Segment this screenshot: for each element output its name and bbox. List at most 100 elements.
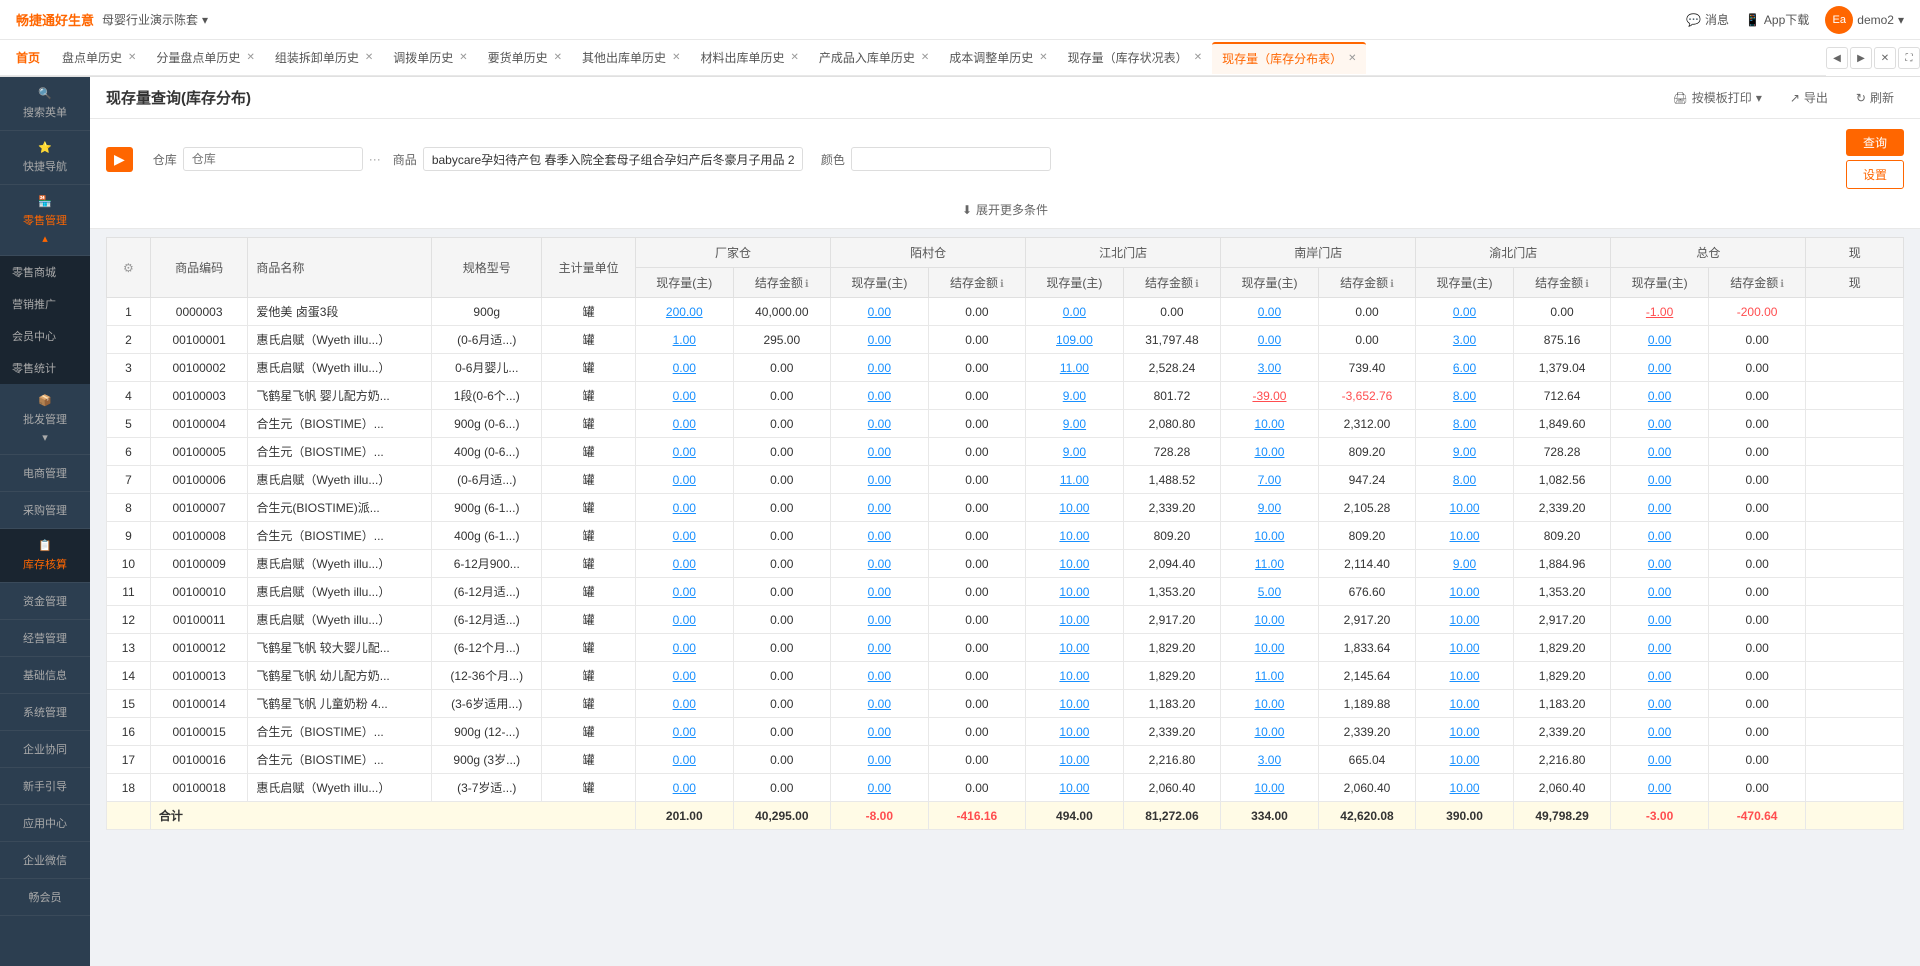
cell-code: 00100015 [150, 718, 248, 746]
cell-extra-qty [1806, 522, 1904, 550]
cell-jiangbei-amt: 0.00 [1123, 298, 1221, 326]
tab-home[interactable]: 首页 [4, 42, 52, 74]
close-tab-group-disassemble[interactable]: ✕ [365, 52, 373, 63]
cell-nanan-qty: 7.00 [1221, 466, 1319, 494]
sidebar-item-retail-mgmt[interactable]: 🏪 零售管理 ▴ [0, 185, 90, 256]
sidebar-item-procurement-mgmt[interactable]: 采购管理 [0, 492, 90, 529]
sidebar-item-wholesale-mgmt[interactable]: 📦 批发管理 ▾ [0, 384, 90, 455]
close-tab-product-in[interactable]: ✕ [921, 52, 929, 63]
sidebar-item-new-guide[interactable]: 新手引导 [0, 768, 90, 805]
col-settings-icon[interactable]: ⚙ [123, 261, 134, 275]
sidebar-item-ecommerce-mgmt[interactable]: 电商管理 [0, 455, 90, 492]
close-tab-cost-adjust[interactable]: ✕ [1039, 52, 1047, 63]
product-input[interactable] [423, 147, 803, 171]
sidebar-item-member-center[interactable]: 会员中心 [0, 320, 90, 352]
sidebar-item-operations-mgmt[interactable]: 经营管理 [0, 620, 90, 657]
cell-factory-qty: 0.00 [636, 746, 734, 774]
close-tab-inventory-single[interactable]: ✕ [128, 52, 136, 63]
cell-factory-amt: 0.00 [733, 494, 831, 522]
tab-group-disassemble[interactable]: 组装拆卸单历史 ✕ [265, 42, 383, 74]
mucun-amt-info-icon[interactable]: ℹ [1000, 279, 1004, 290]
nanan-amt-info-icon[interactable]: ℹ [1390, 279, 1394, 290]
cell-extra-qty [1806, 550, 1904, 578]
sidebar-item-app-center[interactable]: 应用中心 [0, 805, 90, 842]
tab-product-in[interactable]: 产成品入库单历史 ✕ [809, 42, 939, 74]
tab-inventory-single[interactable]: 盘点单历史 ✕ [52, 42, 146, 74]
cell-yubei-amt: 712.64 [1513, 382, 1611, 410]
cell-total-amt: 0.00 [1708, 522, 1806, 550]
quick-nav-icon: ⭐ [38, 141, 52, 154]
close-tab-stock-status[interactable]: ✕ [1194, 52, 1202, 63]
cell-extra-qty [1806, 410, 1904, 438]
tab-material-out[interactable]: 材料出库单历史 ✕ [690, 42, 808, 74]
nav-next-btn[interactable]: ▶ [1850, 47, 1872, 69]
sidebar-item-enterprise-wechat[interactable]: 企业微信 [0, 842, 90, 879]
cell-total-amt: 0.00 [1708, 466, 1806, 494]
yubei-amt-info-icon[interactable]: ℹ [1585, 279, 1589, 290]
tab-partial-inventory[interactable]: 分量盘点单历史 ✕ [146, 42, 264, 74]
factory-amt-info-icon[interactable]: ℹ [805, 279, 809, 290]
tab-other-out[interactable]: 其他出库单历史 ✕ [572, 42, 690, 74]
message-btn[interactable]: 💬 消息 [1686, 11, 1729, 28]
total-amt-info-icon[interactable]: ℹ [1780, 279, 1784, 290]
sidebar-item-basic-info[interactable]: 基础信息 [0, 657, 90, 694]
export-btn[interactable]: ↗ 导出 [1780, 85, 1838, 110]
sum-label: 合计 [150, 802, 635, 830]
close-tab-partial-inventory[interactable]: ✕ [246, 52, 254, 63]
tab-cost-adjust[interactable]: 成本调整单历史 ✕ [939, 42, 1057, 74]
sidebar-item-member-app[interactable]: 畅会员 [0, 879, 90, 916]
sidebar-item-inventory-audit[interactable]: 📋 库存核算 [0, 529, 90, 583]
cell-jiangbei-qty: 109.00 [1026, 326, 1124, 354]
sidebar-item-retail-shop[interactable]: 零售商城 [0, 256, 90, 288]
sidebar-item-financial-mgmt[interactable]: 资金管理 [0, 583, 90, 620]
cell-jiangbei-qty: 10.00 [1026, 494, 1124, 522]
close-tab-order-history[interactable]: ✕ [554, 52, 562, 63]
cell-unit: 罐 [542, 410, 636, 438]
nav-expand-btn[interactable]: ⛶ [1898, 47, 1920, 69]
refresh-btn[interactable]: ↻ 刷新 [1846, 85, 1904, 110]
table-row: 12 00100011 惠氏启赋（Wyeth illu...） (6-12月适.… [107, 606, 1904, 634]
sidebar-item-search[interactable]: 🔍 搜索英单 [0, 77, 90, 131]
sidebar-item-system-mgmt[interactable]: 系统管理 [0, 694, 90, 731]
cell-jiangbei-qty: 10.00 [1026, 662, 1124, 690]
tab-transfer-history[interactable]: 调拨单历史 ✕ [383, 42, 477, 74]
cell-name: 飞鹤星飞帆 儿童奶粉 4... [248, 690, 432, 718]
nav-prev-btn[interactable]: ◀ [1826, 47, 1848, 69]
tab-stock-status[interactable]: 现存量（库存状况表） ✕ [1058, 42, 1212, 74]
settings-btn[interactable]: 设置 [1846, 160, 1904, 189]
chevron-up-icon: ▴ [42, 232, 48, 245]
table-row: 17 00100016 合生元（BIOSTIME）... 900g (3岁...… [107, 746, 1904, 774]
tab-stock-dist[interactable]: 现存量（库存分布表） ✕ [1212, 42, 1366, 74]
user-profile[interactable]: Ea demo2 ▾ [1825, 6, 1904, 34]
cell-code: 00100001 [150, 326, 248, 354]
cell-mucun-amt: 0.00 [928, 494, 1026, 522]
sidebar-item-quick-nav[interactable]: ⭐ 快捷导航 [0, 131, 90, 185]
cell-mucun-amt: 0.00 [928, 522, 1026, 550]
sidebar: 🔍 搜索英单 ⭐ 快捷导航 🏪 零售管理 ▴ 零售商城 营销推广 会员中心 零售… [0, 77, 90, 966]
sidebar-item-retail-stats[interactable]: 零售统计 [0, 352, 90, 384]
cell-yubei-qty: 10.00 [1416, 606, 1514, 634]
close-tab-stock-dist[interactable]: ✕ [1348, 53, 1356, 64]
warehouse-input[interactable] [183, 147, 363, 171]
jiangbei-amt-info-icon[interactable]: ℹ [1195, 279, 1199, 290]
cell-factory-amt: 0.00 [733, 410, 831, 438]
cell-factory-qty: 0.00 [636, 634, 734, 662]
sidebar-ecommerce-mgmt-label: 电商管理 [23, 465, 67, 481]
cell-total-amt: 0.00 [1708, 718, 1806, 746]
expand-conditions-btn[interactable]: ⬇ 展开更多条件 [962, 201, 1048, 218]
nav-close-all-btn[interactable]: ✕ [1874, 47, 1896, 69]
print-btn[interactable]: 🖨 按模板打印 ▾ [1663, 85, 1772, 110]
sidebar-item-marketing[interactable]: 营销推广 [0, 288, 90, 320]
app-download-btn[interactable]: 📱 App下载 [1745, 11, 1809, 28]
company-selector[interactable]: 母婴行业演示陈套 ▾ [102, 11, 208, 28]
close-tab-material-out[interactable]: ✕ [790, 52, 798, 63]
query-btn[interactable]: 查询 [1846, 129, 1904, 156]
close-tab-transfer-history[interactable]: ✕ [459, 52, 467, 63]
cell-seq: 13 [107, 634, 151, 662]
sidebar-item-enterprise-collab[interactable]: 企业协同 [0, 731, 90, 768]
tab-order-history[interactable]: 要货单历史 ✕ [478, 42, 572, 74]
color-input[interactable] [851, 147, 1051, 171]
close-tab-other-out[interactable]: ✕ [672, 52, 680, 63]
toggle-search-btn[interactable]: ▶ [106, 147, 133, 172]
cell-name: 惠氏启赋（Wyeth illu...） [248, 578, 432, 606]
